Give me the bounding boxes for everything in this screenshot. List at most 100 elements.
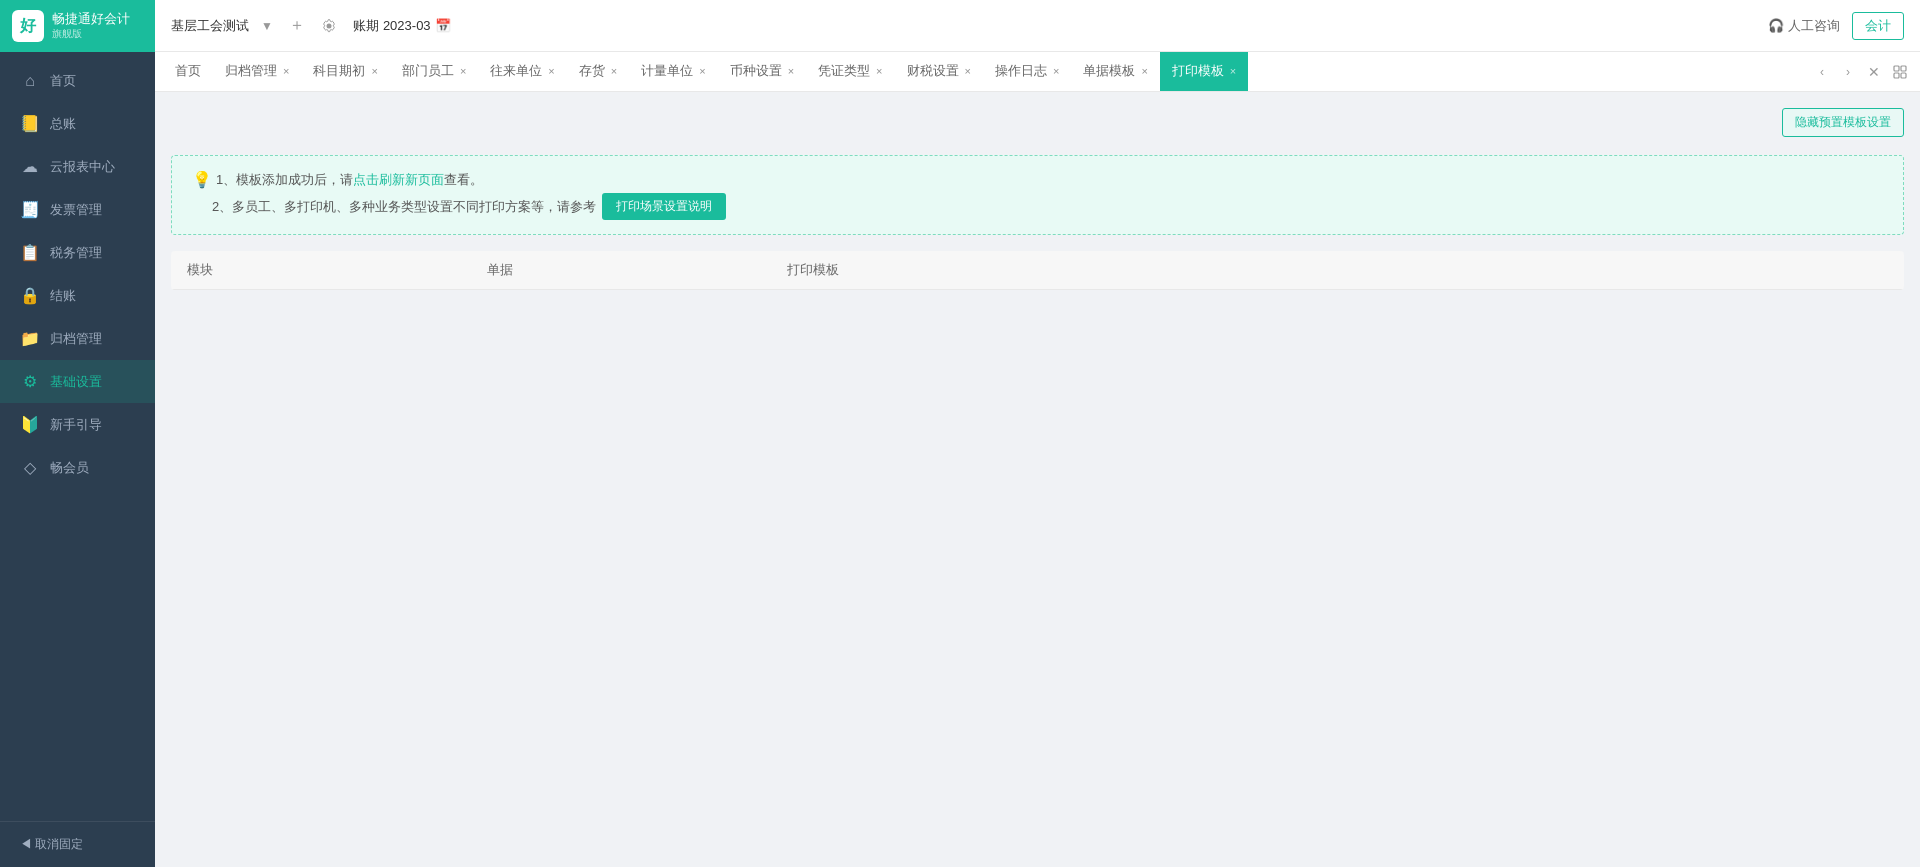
tab-close-icon[interactable]: × bbox=[611, 65, 617, 77]
tab-printtemplate[interactable]: 打印模板 × bbox=[1160, 52, 1248, 92]
tab-close-icon[interactable]: × bbox=[699, 65, 705, 77]
tab-close-all-button[interactable]: ✕ bbox=[1862, 60, 1886, 84]
sidebar-item-guide[interactable]: 🔰 新手引导 bbox=[0, 403, 155, 446]
tab-printtemplate-label: 打印模板 bbox=[1172, 62, 1224, 80]
add-tab-button[interactable]: ＋ bbox=[285, 14, 309, 38]
tab-oplog-label: 操作日志 bbox=[995, 62, 1047, 80]
topbar-actions: ＋ bbox=[285, 14, 341, 38]
svg-rect-3 bbox=[1894, 73, 1899, 78]
sidebar-item-reports[interactable]: ☁ 云报表中心 bbox=[0, 145, 155, 188]
col-module-header: 模块 bbox=[187, 261, 487, 279]
refresh-link[interactable]: 点击刷新新页面 bbox=[353, 171, 444, 189]
notice-box: 💡 1、模板添加成功后，请 点击刷新新页面 查看。 2、多员工、多打印机、多种业… bbox=[171, 155, 1904, 235]
tab-close-icon[interactable]: × bbox=[1053, 65, 1059, 77]
tab-oplog[interactable]: 操作日志 × bbox=[983, 52, 1071, 92]
table-header: 模块 单据 打印模板 bbox=[171, 251, 1904, 290]
tab-close-icon[interactable]: × bbox=[460, 65, 466, 77]
home-icon: ⌂ bbox=[20, 72, 40, 90]
tab-prev-button[interactable]: ‹ bbox=[1810, 60, 1834, 84]
tab-home-label: 首页 bbox=[175, 62, 201, 80]
sidebar: 好 畅捷通好会计 旗舰版 ⌂ 首页 📒 总账 ☁ 云报表中心 🧾 发票管理 📋 … bbox=[0, 0, 155, 867]
tab-subject-label: 科目期初 bbox=[313, 62, 365, 80]
tab-archive[interactable]: 归档管理 × bbox=[213, 52, 301, 92]
tab-close-icon[interactable]: × bbox=[788, 65, 794, 77]
reports-icon: ☁ bbox=[20, 157, 40, 176]
sidebar-item-invoice[interactable]: 🧾 发票管理 bbox=[0, 188, 155, 231]
support-button[interactable]: 🎧 人工咨询 bbox=[1768, 17, 1840, 35]
sidebar-item-ledger[interactable]: 📒 总账 bbox=[0, 102, 155, 145]
sidebar-logo: 好 畅捷通好会计 旗舰版 bbox=[0, 0, 155, 52]
guide-icon: 🔰 bbox=[20, 415, 40, 434]
tab-subject[interactable]: 科目期初 × bbox=[301, 52, 389, 92]
ledger-icon: 📒 bbox=[20, 114, 40, 133]
content-area: 隐藏预置模板设置 💡 1、模板添加成功后，请 点击刷新新页面 查看。 2、多员工… bbox=[155, 92, 1920, 867]
account-button[interactable]: 会计 bbox=[1852, 12, 1904, 40]
tab-home[interactable]: 首页 bbox=[163, 52, 213, 92]
notice-line1-suffix: 查看。 bbox=[444, 171, 483, 189]
headset-icon: 🎧 bbox=[1768, 18, 1784, 33]
tab-finance[interactable]: 财税设置 × bbox=[895, 52, 983, 92]
tab-dept[interactable]: 部门员工 × bbox=[390, 52, 478, 92]
tax-icon: 📋 bbox=[20, 243, 40, 262]
tab-currency[interactable]: 币种设置 × bbox=[718, 52, 806, 92]
topbar: 基层工会测试 ▼ ＋ 账期 2023-03 📅 🎧 人工咨询 会计 bbox=[155, 0, 1920, 52]
tab-unit[interactable]: 计量单位 × bbox=[629, 52, 717, 92]
tab-unit-label: 计量单位 bbox=[641, 62, 693, 80]
sidebar-footer-label: ◀ 取消固定 bbox=[20, 836, 83, 853]
tab-close-icon[interactable]: × bbox=[876, 65, 882, 77]
close-period-icon: 🔒 bbox=[20, 286, 40, 305]
sidebar-item-label: 归档管理 bbox=[50, 330, 102, 348]
tab-close-icon[interactable]: × bbox=[1230, 65, 1236, 77]
topbar-right: 🎧 人工咨询 会计 bbox=[1768, 12, 1904, 40]
logo-title: 畅捷通好会计 bbox=[52, 11, 130, 28]
col-template-header: 打印模板 bbox=[787, 261, 1888, 279]
notice-line-2: 2、多员工、多打印机、多种业务类型设置不同打印方案等，请参考 打印场景设置说明 bbox=[192, 193, 1883, 220]
archive-icon: 📁 bbox=[20, 329, 40, 348]
org-dropdown-icon[interactable]: ▼ bbox=[261, 19, 273, 33]
settings-icon: ⚙ bbox=[20, 372, 40, 391]
tab-archive-label: 归档管理 bbox=[225, 62, 277, 80]
tab-close-icon[interactable]: × bbox=[283, 65, 289, 77]
svg-rect-1 bbox=[1894, 66, 1899, 71]
org-name: 基层工会测试 bbox=[171, 17, 249, 35]
tab-contact[interactable]: 往来单位 × bbox=[478, 52, 566, 92]
tab-expand-button[interactable] bbox=[1888, 60, 1912, 84]
sidebar-item-settings[interactable]: ⚙ 基础设置 bbox=[0, 360, 155, 403]
sidebar-item-label: 税务管理 bbox=[50, 244, 102, 262]
sidebar-item-label: 发票管理 bbox=[50, 201, 102, 219]
sidebar-item-tax[interactable]: 📋 税务管理 bbox=[0, 231, 155, 274]
tab-singledoc-label: 单据模板 bbox=[1083, 62, 1135, 80]
hide-template-button[interactable]: 隐藏预置模板设置 bbox=[1782, 108, 1904, 137]
tab-currency-label: 币种设置 bbox=[730, 62, 782, 80]
tab-close-icon[interactable]: × bbox=[965, 65, 971, 77]
period-value: 2023-03 bbox=[383, 18, 431, 33]
support-label: 人工咨询 bbox=[1788, 17, 1840, 35]
sidebar-item-archive[interactable]: 📁 归档管理 bbox=[0, 317, 155, 360]
invoice-icon: 🧾 bbox=[20, 200, 40, 219]
sidebar-item-label: 首页 bbox=[50, 72, 76, 90]
tab-singledoc[interactable]: 单据模板 × bbox=[1071, 52, 1159, 92]
svg-rect-2 bbox=[1901, 66, 1906, 71]
topbar-settings-button[interactable] bbox=[317, 14, 341, 38]
print-scene-button[interactable]: 打印场景设置说明 bbox=[602, 193, 726, 220]
sidebar-item-member[interactable]: ◇ 畅会员 bbox=[0, 446, 155, 489]
sidebar-item-close[interactable]: 🔒 结账 bbox=[0, 274, 155, 317]
tab-close-icon[interactable]: × bbox=[1141, 65, 1147, 77]
tab-close-icon[interactable]: × bbox=[548, 65, 554, 77]
tab-inventory[interactable]: 存货 × bbox=[567, 52, 629, 92]
tab-inventory-label: 存货 bbox=[579, 62, 605, 80]
tab-voucher[interactable]: 凭证类型 × bbox=[806, 52, 894, 92]
sidebar-unpin-button[interactable]: ◀ 取消固定 bbox=[0, 821, 155, 867]
notice-line1-prefix: 1、模板添加成功后，请 bbox=[216, 171, 353, 189]
top-action-bar: 隐藏预置模板设置 bbox=[171, 108, 1904, 147]
sidebar-item-home[interactable]: ⌂ 首页 bbox=[0, 60, 155, 102]
logo-badge: 旗舰版 bbox=[52, 27, 130, 41]
tab-close-icon[interactable]: × bbox=[371, 65, 377, 77]
logo-icon: 好 bbox=[12, 10, 44, 42]
calendar-icon[interactable]: 📅 bbox=[435, 18, 451, 33]
tab-next-button[interactable]: › bbox=[1836, 60, 1860, 84]
tab-contact-label: 往来单位 bbox=[490, 62, 542, 80]
sidebar-nav: ⌂ 首页 📒 总账 ☁ 云报表中心 🧾 发票管理 📋 税务管理 🔒 结账 📁 归… bbox=[0, 52, 155, 821]
sidebar-item-label: 总账 bbox=[50, 115, 76, 133]
period-label: 账期 bbox=[353, 17, 379, 35]
